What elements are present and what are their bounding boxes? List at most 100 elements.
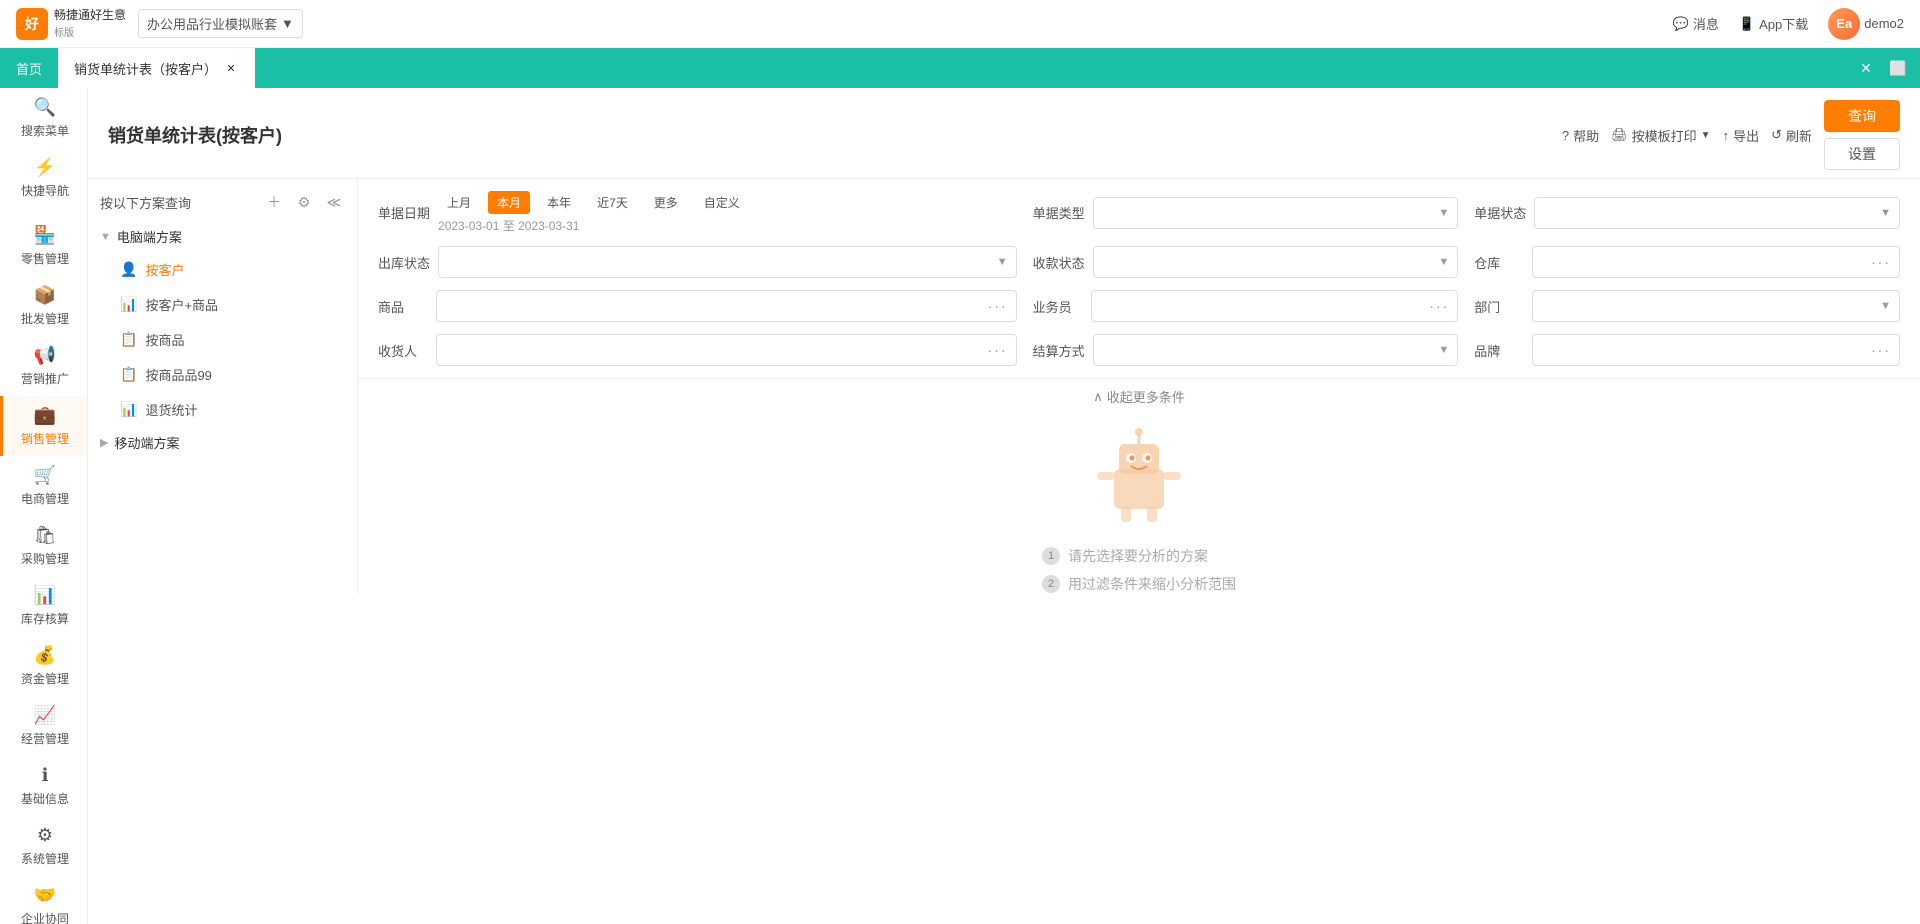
tab-close-icon[interactable]: ✕ <box>223 60 239 76</box>
product-control[interactable]: ··· <box>436 290 1017 322</box>
purchase-icon: 🛍 <box>34 525 57 546</box>
filter-doc-status: 单据状态 ▼ <box>1474 197 1900 229</box>
out-status-control[interactable]: ▼ <box>438 246 1017 278</box>
app-icon: 📱 <box>1739 16 1755 32</box>
scheme-item-by-customer[interactable]: 👤 按客户 <box>88 252 357 287</box>
dots-icon: ··· <box>1871 254 1891 270</box>
sidebar-item-wholesale[interactable]: 📦 批发管理 <box>0 276 87 336</box>
export-icon: ↑ <box>1723 128 1730 143</box>
user-profile[interactable]: Ea demo2 <box>1828 8 1904 40</box>
date-btn-this-month[interactable]: 本月 <box>488 191 530 214</box>
brand-control[interactable]: ··· <box>1532 334 1900 366</box>
scheme-group-mobile: ▶ 移动端方案 <box>88 427 357 458</box>
edit-scheme-button[interactable]: ⚙ <box>293 191 315 213</box>
department-control[interactable]: ▼ <box>1532 290 1900 322</box>
message-button[interactable]: 💬 消息 <box>1673 14 1719 33</box>
app-download-button[interactable]: 📱 App下载 <box>1739 14 1808 33</box>
export-label: 导出 <box>1733 126 1759 145</box>
sidebar-item-search-menu[interactable]: 🔍 搜索菜单 <box>0 88 87 148</box>
scheme-item-label: 按商品 <box>145 330 184 349</box>
sidebar: 🔍 搜索菜单 ⚡ 快捷导航 🏪 零售管理 📦 批发管理 📢 营销推广 💼 销售管… <box>0 88 88 924</box>
message-label: 消息 <box>1693 14 1719 33</box>
salesperson-control[interactable]: ··· <box>1091 290 1459 322</box>
system-icon: ⚙ <box>37 825 53 846</box>
doc-status-control[interactable]: ▼ <box>1534 197 1900 229</box>
date-btn-last-month[interactable]: 上月 <box>438 191 480 214</box>
template-print-button[interactable]: 🖨 按模板打印 ▼ <box>1611 126 1710 145</box>
query-button[interactable]: 查询 <box>1824 100 1900 132</box>
tab-home[interactable]: 首页 <box>0 48 58 88</box>
date-btn-last-7[interactable]: 近7天 <box>588 191 637 214</box>
doc-type-control[interactable]: ▼ <box>1093 197 1459 229</box>
collapse-scheme-button[interactable]: ≪ <box>323 191 345 213</box>
sidebar-item-finance[interactable]: 💰 资金管理 <box>0 636 87 696</box>
header-left: 好 畅捷通好生意 标版 办公用品行业模拟账套 ▼ <box>16 8 303 40</box>
refresh-label: 刷新 <box>1786 126 1812 145</box>
scheme-group-pc-header[interactable]: ▼ 电脑端方案 <box>88 221 357 252</box>
sidebar-item-basic-info[interactable]: ℹ 基础信息 <box>0 756 87 816</box>
help-icon: ? <box>1562 128 1569 143</box>
sidebar-item-retail[interactable]: 🏪 零售管理 <box>0 216 87 276</box>
scheme-group-mobile-header[interactable]: ▶ 移动端方案 <box>88 427 357 458</box>
sidebar-item-label: 采购管理 <box>21 550 69 567</box>
logo-area: 好 畅捷通好生意 标版 <box>16 8 126 40</box>
template-print-label: 按模板打印 <box>1632 126 1697 145</box>
step-2-text: 用过滤条件来缩小分析范围 <box>1068 574 1236 594</box>
tab-close-button[interactable]: ✕ <box>1852 54 1880 82</box>
message-icon: 💬 <box>1673 16 1689 32</box>
sidebar-item-inventory[interactable]: 📊 库存核算 <box>0 576 87 636</box>
scheme-group-mobile-label: 移动端方案 <box>114 433 179 452</box>
add-scheme-button[interactable]: ＋ <box>263 191 285 213</box>
scheme-item-by-product[interactable]: 📋 按商品 <box>88 322 357 357</box>
step-1-text: 请先选择要分析的方案 <box>1068 546 1208 566</box>
refresh-button[interactable]: ↺ 刷新 <box>1771 126 1812 145</box>
step-1-num: 1 <box>1042 547 1060 565</box>
scheme-item-by-customer-product[interactable]: 📊 按客户+商品 <box>88 287 357 322</box>
sidebar-item-purchase[interactable]: 🛍 采购管理 <box>0 516 87 576</box>
settings-button[interactable]: 设置 <box>1824 138 1900 170</box>
brand-label: 品牌 <box>1474 341 1524 360</box>
sales-icon: 💼 <box>34 405 56 426</box>
account-selector[interactable]: 办公用品行业模拟账套 ▼ <box>138 9 303 38</box>
tab-bar: 首页 销货单统计表（按客户） ✕ ✕ ⬜ <box>0 48 1920 88</box>
sidebar-item-system[interactable]: ⚙ 系统管理 <box>0 816 87 876</box>
scheme-item-return-stats[interactable]: 📊 退货统计 <box>88 392 357 427</box>
scheme-icon-by-customer-product: 📊 <box>120 296 137 313</box>
sidebar-item-quick-nav[interactable]: ⚡ 快捷导航 <box>0 148 87 208</box>
scheme-icon-by-product: 📋 <box>120 331 137 348</box>
help-label: 帮助 <box>1573 126 1599 145</box>
sidebar-item-label: 营销推广 <box>21 370 69 387</box>
scheme-item-label: 按客户 <box>145 260 184 279</box>
tab-sales-stats[interactable]: 销货单统计表（按客户） ✕ <box>58 48 255 88</box>
collection-status-control[interactable]: ▼ <box>1093 246 1459 278</box>
chevron-down-icon: ▼ <box>1438 256 1449 268</box>
export-button[interactable]: ↑ 导出 <box>1723 126 1760 145</box>
sidebar-item-marketing[interactable]: 📢 营销推广 <box>0 336 87 396</box>
app-label: App下载 <box>1759 14 1808 33</box>
recipient-control[interactable]: ··· <box>436 334 1017 366</box>
collapse-bar[interactable]: ∧ 收起更多条件 <box>358 378 1920 414</box>
filter-department: 部门 ▼ <box>1474 290 1900 322</box>
warehouse-control[interactable]: ··· <box>1532 246 1900 278</box>
help-button[interactable]: ? 帮助 <box>1562 126 1599 145</box>
settlement-control[interactable]: ▼ <box>1093 334 1459 366</box>
date-btn-custom[interactable]: 自定义 <box>695 191 749 214</box>
date-btn-this-year[interactable]: 本年 <box>538 191 580 214</box>
logo-icon: 好 <box>16 8 48 40</box>
sidebar-item-sales[interactable]: 💼 销售管理 <box>0 396 87 456</box>
dots-icon: ··· <box>988 342 1008 358</box>
tab-sales-stats-label: 销货单统计表（按客户） <box>74 59 217 78</box>
sidebar-item-ecommerce[interactable]: 🛒 电商管理 <box>0 456 87 516</box>
search-menu-icon: 🔍 <box>34 97 56 118</box>
main-layout: 🔍 搜索菜单 ⚡ 快捷导航 🏪 零售管理 📦 批发管理 📢 营销推广 💼 销售管… <box>0 88 1920 924</box>
doc-type-label: 单据类型 <box>1033 203 1085 222</box>
scheme-header: 按以下方案查询 ＋ ⚙ ≪ <box>88 191 357 221</box>
date-btn-more[interactable]: 更多 <box>645 191 687 214</box>
tab-maximize-button[interactable]: ⬜ <box>1884 54 1912 82</box>
page-title: 销货单统计表(按客户) <box>108 122 282 148</box>
sidebar-item-operations[interactable]: 📈 经营管理 <box>0 696 87 756</box>
sidebar-item-enterprise[interactable]: 🤝 企业协同 <box>0 876 87 924</box>
dots-icon: ··· <box>1871 342 1891 358</box>
scheme-item-by-product-99[interactable]: 📋 按商品品99 <box>88 357 357 392</box>
top-header: 好 畅捷通好生意 标版 办公用品行业模拟账套 ▼ 💬 消息 📱 App下载 Ea… <box>0 0 1920 48</box>
